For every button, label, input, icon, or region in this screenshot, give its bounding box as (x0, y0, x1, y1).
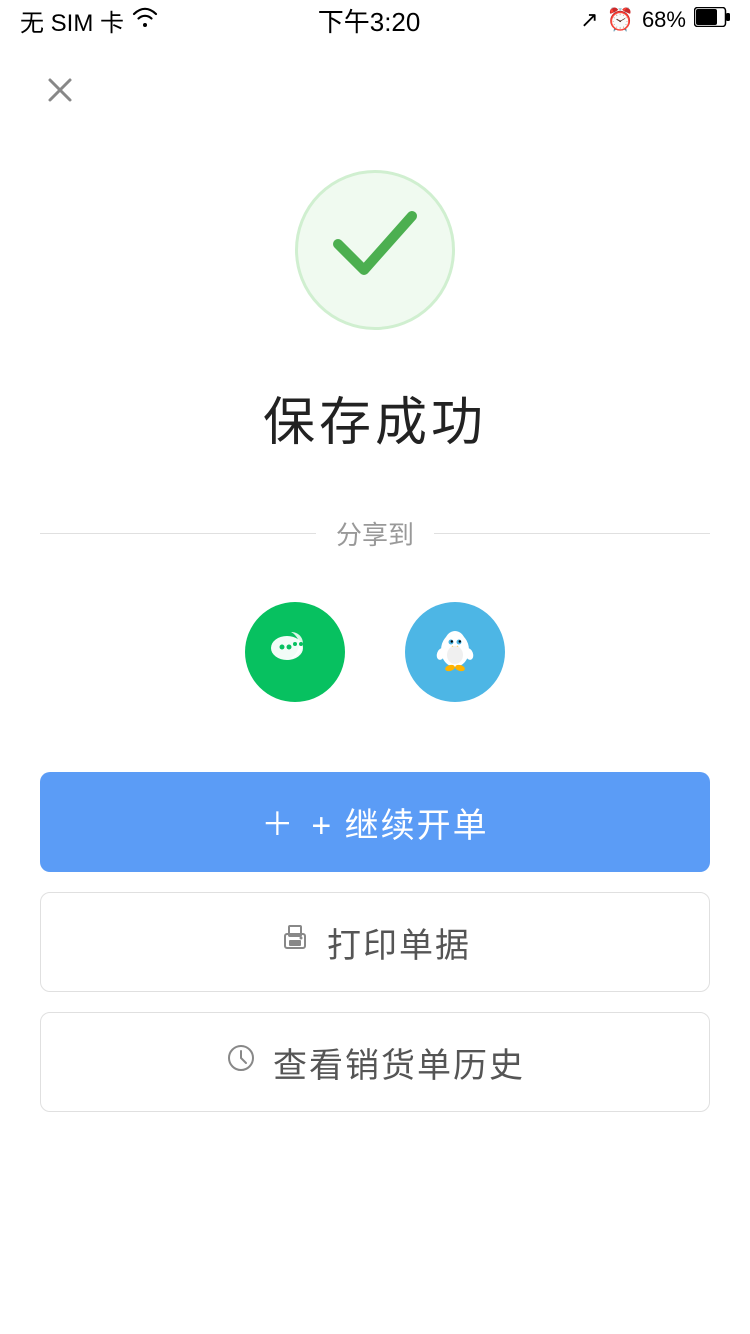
divider-left (40, 533, 316, 534)
success-title: 保存成功 (263, 380, 487, 455)
battery-percent: 68% (642, 7, 686, 33)
history-label: 查看销货单历史 (273, 1038, 525, 1087)
status-right: ↗ ⏰ 68% (580, 7, 730, 33)
status-time: 下午3:20 (318, 2, 421, 39)
divider-right (434, 533, 710, 534)
close-button[interactable] (30, 60, 90, 120)
location-icon: ↗ (580, 7, 598, 33)
main-content: 保存成功 分享到 (0, 120, 750, 1334)
status-left: 无 SIM 卡 (20, 3, 158, 38)
status-bar: 无 SIM 卡 下午3:20 ↗ ⏰ 68% (0, 0, 750, 40)
print-icon (279, 922, 311, 962)
share-icons (245, 602, 505, 702)
history-button[interactable]: 查看销货单历史 (40, 1012, 710, 1112)
battery-icon (694, 7, 730, 33)
checkmark-icon (330, 206, 420, 294)
action-buttons: ＋ + 继续开单 打印单据 查看销货单历 (40, 772, 710, 1112)
alarm-icon: ⏰ (607, 7, 634, 33)
continue-label: + 继续开单 (311, 798, 488, 847)
qq-share-button[interactable] (405, 602, 505, 702)
plus-icon: ＋ (261, 799, 295, 845)
clock-icon (225, 1042, 257, 1082)
print-label: 打印单据 (327, 918, 471, 967)
share-label: 分享到 (316, 515, 434, 552)
sim-status: 无 SIM 卡 (20, 3, 124, 38)
continue-button[interactable]: ＋ + 继续开单 (40, 772, 710, 872)
wechat-share-button[interactable] (245, 602, 345, 702)
share-section: 分享到 (40, 515, 710, 552)
wifi-icon (132, 6, 158, 35)
success-circle (295, 170, 455, 330)
print-button[interactable]: 打印单据 (40, 892, 710, 992)
